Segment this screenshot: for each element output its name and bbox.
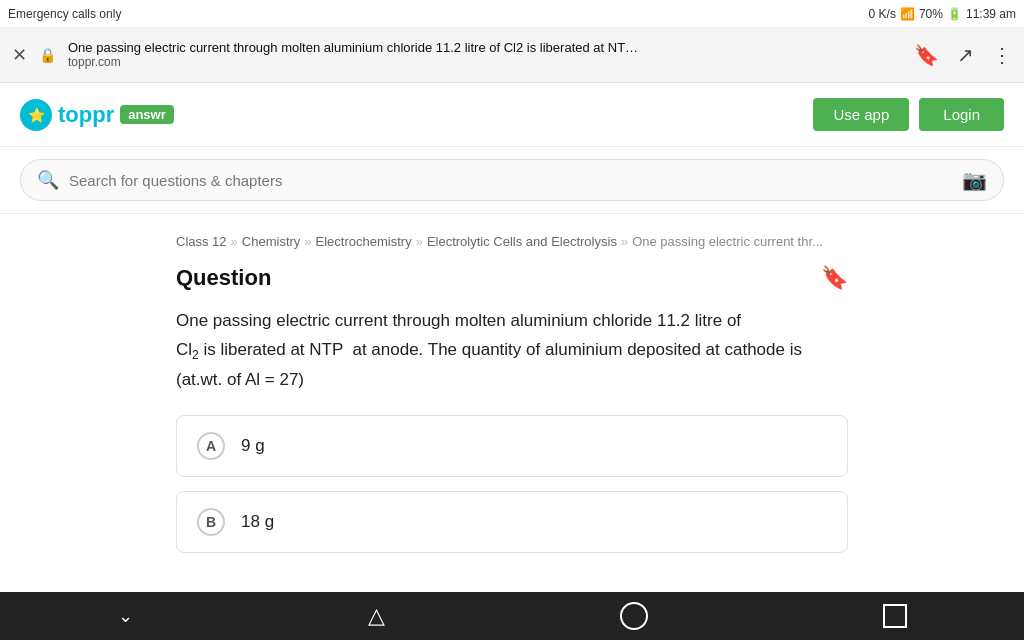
breadcrumb-electrochemistry[interactable]: Electrochemistry [316, 234, 412, 249]
browser-close-button[interactable]: ✕ [12, 44, 27, 66]
toppr-logo-icon: ⭐ [20, 99, 52, 131]
use-app-button[interactable]: Use app [813, 98, 909, 131]
breadcrumb: Class 12 » Chemistry » Electrochemistry … [176, 234, 848, 249]
nav-buttons: Use app Login [813, 98, 1004, 131]
share-browser-icon[interactable]: ↗ [957, 43, 974, 67]
breadcrumb-chemistry[interactable]: Chemistry [242, 234, 301, 249]
option-a-letter: A [197, 432, 225, 460]
login-button[interactable]: Login [919, 98, 1004, 131]
battery-icon: 🔋 [947, 7, 962, 21]
search-input[interactable] [69, 172, 962, 189]
main-content: ⭐ toppr answr Use app Login 🔍 📷 Class 12… [0, 83, 1024, 592]
toppr-logo-text: toppr [58, 102, 114, 128]
browser-url-area: One passing electric current through mol… [68, 40, 902, 69]
breadcrumb-area: Class 12 » Chemistry » Electrochemistry … [0, 214, 1024, 257]
camera-icon[interactable]: 📷 [962, 168, 987, 192]
more-options-icon[interactable]: ⋮ [992, 43, 1012, 67]
bottom-nav: ⌄ △ [0, 592, 1024, 640]
breadcrumb-current: One passing electric current thr... [632, 234, 823, 249]
question-label: Question [176, 265, 271, 291]
option-b-card[interactable]: B 18 g [176, 491, 848, 553]
toppr-logo: ⭐ toppr answr [20, 99, 174, 131]
question-bookmark-icon[interactable]: 🔖 [821, 265, 848, 291]
search-bar-container: 🔍 📷 [0, 147, 1024, 214]
time-display: 11:39 am [966, 7, 1016, 21]
bookmark-browser-icon[interactable]: 🔖 [914, 43, 939, 67]
battery-percent: 70% [919, 7, 943, 21]
browser-actions: 🔖 ↗ ⋮ [914, 43, 1012, 67]
lock-icon: 🔒 [39, 47, 56, 63]
browser-page-title: One passing electric current through mol… [68, 40, 748, 55]
status-bar: Emergency calls only 0 K/s 📶 70% 🔋 11:39… [0, 0, 1024, 27]
breadcrumb-sep-2: » [304, 234, 311, 249]
status-emergency-text: Emergency calls only [8, 7, 121, 21]
browser-domain: toppr.com [68, 55, 902, 69]
breadcrumb-sep-4: » [621, 234, 628, 249]
option-b-letter: B [197, 508, 225, 536]
question-text-part1: One passing electric current through mol… [176, 311, 741, 330]
breadcrumb-sep-1: » [231, 234, 238, 249]
question-text: One passing electric current through mol… [176, 307, 848, 395]
nav-circle-button[interactable] [620, 602, 648, 630]
option-a-card[interactable]: A 9 g [176, 415, 848, 477]
breadcrumb-class12[interactable]: Class 12 [176, 234, 227, 249]
wifi-icon: 📶 [900, 7, 915, 21]
option-b-text: 18 g [241, 512, 274, 532]
nav-square-button[interactable] [883, 604, 907, 628]
cl2-text: Cl2 is liberated at NTP at anode. The qu… [176, 340, 802, 389]
status-bar-right: 0 K/s 📶 70% 🔋 11:39 am [869, 7, 1016, 21]
search-icon: 🔍 [37, 169, 59, 191]
breadcrumb-sep-3: » [416, 234, 423, 249]
nav-triangle-button[interactable]: △ [368, 603, 385, 629]
top-nav: ⭐ toppr answr Use app Login [0, 83, 1024, 147]
network-speed: 0 K/s [869, 7, 896, 21]
question-header: Question 🔖 [176, 265, 848, 291]
search-bar: 🔍 📷 [20, 159, 1004, 201]
browser-bar: ✕ 🔒 One passing electric current through… [0, 27, 1024, 83]
question-area: Question 🔖 One passing electric current … [0, 257, 1024, 587]
breadcrumb-electrolytic[interactable]: Electrolytic Cells and Electrolysis [427, 234, 617, 249]
option-a-text: 9 g [241, 436, 265, 456]
answr-badge: answr [120, 105, 174, 124]
nav-back-button[interactable]: ⌄ [118, 605, 133, 627]
